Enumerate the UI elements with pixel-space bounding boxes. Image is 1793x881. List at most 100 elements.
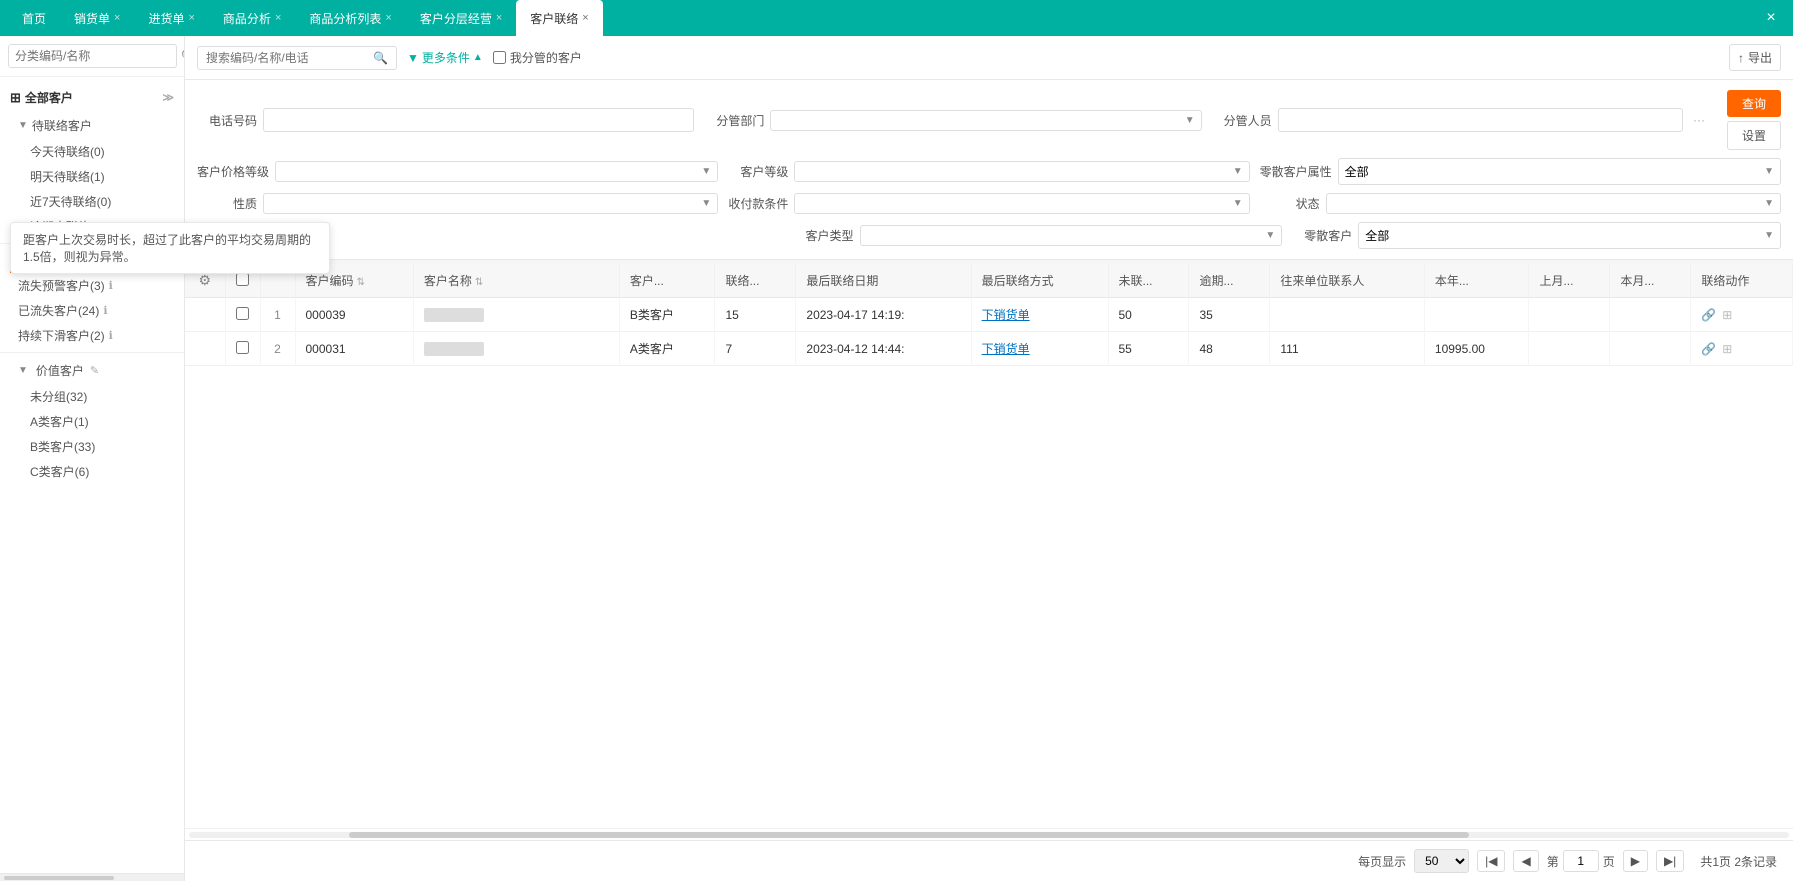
sidebar-value-group: ▼ 价值客户 ✎ 未分组(32) A类客户(1) B类客户(33) C类客户(6… <box>0 357 184 484</box>
page-size-select[interactable]: 50 20 100 <box>1414 849 1469 873</box>
set-button[interactable]: 设置 <box>1727 121 1781 150</box>
row-checkbox-1[interactable] <box>236 307 249 320</box>
filter-status-select[interactable]: ▼ <box>1326 193 1781 214</box>
cell-this-month-2 <box>1610 332 1691 366</box>
sidebar-item-class-b[interactable]: B类客户(33) <box>22 434 184 459</box>
filter-scatter-attr-select[interactable]: 全部 ▼ <box>1338 158 1781 185</box>
nav-item-analysis[interactable]: 商品分析 × <box>209 0 295 36</box>
nav-close-customer-contact[interactable]: × <box>582 12 588 24</box>
sidebar-item-7days[interactable]: 近7天待联络(0) <box>22 189 184 214</box>
sidebar-item-tomorrow[interactable]: 明天待联络(1) <box>22 164 184 189</box>
cell-checkbox-2[interactable] <box>225 332 260 366</box>
nav-item-analysis-list[interactable]: 商品分析列表 × <box>295 0 405 36</box>
sidebar-item-today[interactable]: 今天待联络(0) <box>22 139 184 164</box>
link-sales-1[interactable]: 下销货单 <box>982 308 1030 322</box>
row-checkbox-2[interactable] <box>236 341 249 354</box>
scroll-thumb[interactable] <box>349 832 1469 838</box>
filter-gender-select[interactable]: ▼ <box>263 193 718 214</box>
sidebar-item-declining[interactable]: 持续下滑客户(2) ℹ <box>10 323 184 348</box>
sidebar-content: ⊞ 全部客户 ≫ ▼ 待联络客户 今天待联络(0) 明天待联络(1) 近7天待联… <box>0 77 184 873</box>
nav-close-sales[interactable]: × <box>114 12 120 24</box>
page-last-btn[interactable]: ▶| <box>1656 850 1684 872</box>
horizontal-scrollbar[interactable] <box>185 828 1793 840</box>
cell-last-method-1[interactable]: 下销货单 <box>971 298 1108 332</box>
filter-person-input[interactable] <box>1278 108 1683 132</box>
sidebar-all-customers[interactable]: ⊞ 全部客户 ≫ <box>0 83 184 112</box>
scroll-track[interactable] <box>189 832 1789 838</box>
filter-group-price-grade: 客户价格等级 ▼ <box>197 161 718 182</box>
sidebar-item-class-a[interactable]: A类客户(1) <box>22 409 184 434</box>
filter-group-gender: 性质 ▼ <box>197 193 718 214</box>
nav-close-analysis-list[interactable]: × <box>385 12 391 24</box>
sidebar-pending-group: ▼ 待联络客户 今天待联络(0) 明天待联络(1) 近7天待联络(0) 逾期未联… <box>0 112 184 239</box>
sidebar-collapse-btn[interactable]: ≫ <box>162 91 174 104</box>
export-button[interactable]: ↑ 导出 <box>1729 44 1781 71</box>
window-close-button[interactable]: × <box>1757 4 1785 32</box>
action-grid-icon-2[interactable]: ⊞ <box>1722 342 1732 356</box>
nav-item-customer-contact[interactable]: 客户联络 × <box>516 0 602 36</box>
filter-icon: ▼ <box>407 51 419 65</box>
page-prev-btn[interactable]: ◀ <box>1513 850 1538 872</box>
nav-close-customer-layer[interactable]: × <box>496 12 502 24</box>
cell-this-month-1 <box>1610 298 1691 332</box>
cell-checkbox-1[interactable] <box>225 298 260 332</box>
cell-last-method-2[interactable]: 下销货单 <box>971 332 1108 366</box>
filter-row-4: ··· 客户类型 ▼ 零散客户 全部 ▼ <box>197 222 1781 249</box>
col-last-date: 最后联络日期 <box>796 264 971 298</box>
nav-item-purchase[interactable]: 进货单 × <box>134 0 208 36</box>
action-grid-icon-1[interactable]: ⊞ <box>1722 308 1732 322</box>
payment-arrow: ▼ <box>1233 198 1243 209</box>
my-customer-checkbox[interactable] <box>493 51 506 64</box>
filter-customer-grade-select[interactable]: ▼ <box>794 161 1249 182</box>
filter-scatter-select[interactable]: 全部 ▼ <box>1358 222 1781 249</box>
link-sales-2[interactable]: 下销货单 <box>982 342 1030 356</box>
filter-price-grade-select[interactable]: ▼ <box>275 161 718 182</box>
sidebar-item-unclassified[interactable]: 未分组(32) <box>22 384 184 409</box>
sidebar-item-churned[interactable]: 已流失客户(24) ℹ <box>10 298 184 323</box>
sidebar-pending-label[interactable]: ▼ 待联络客户 <box>10 112 184 139</box>
table-row: 1 000039 B类客户 15 2023-04-17 14:19: 下销货单 … <box>185 298 1793 332</box>
settings-gear-icon[interactable]: ⚙ <box>198 272 211 288</box>
cell-last-date-2: 2023-04-12 14:44: <box>796 332 971 366</box>
filter-group-payment: 收付款条件 ▼ <box>728 193 1249 214</box>
table-container[interactable]: ⚙ 客户编码⇅ 客户名称⇅ 客户... 联络... <box>185 264 1793 828</box>
toolbar-search-input[interactable] <box>206 51 369 65</box>
nav-close-analysis[interactable]: × <box>275 12 281 24</box>
sidebar-value-label[interactable]: ▼ 价值客户 ✎ <box>10 357 184 384</box>
sidebar-item-class-c[interactable]: C类客户(6) <box>22 459 184 484</box>
cell-contact-count-2: 7 <box>715 332 796 366</box>
chevron-up-icon: ▲ <box>473 52 483 63</box>
filter-group-dept: 分管部门 ▼ <box>704 110 1201 131</box>
toolbar-search-icon[interactable]: 🔍 <box>373 51 388 65</box>
my-customer-checkbox-area[interactable]: 我分管的客户 <box>493 49 582 66</box>
filter-group-customer-grade: 客户等级 ▼ <box>728 161 1249 182</box>
nav-item-home[interactable]: 首页 <box>8 0 60 36</box>
query-button[interactable]: 查询 <box>1727 90 1781 117</box>
page-number-input[interactable] <box>1563 850 1599 872</box>
action-link-icon-2[interactable]: 🔗 <box>1701 342 1716 356</box>
filter-payment-select[interactable]: ▼ <box>794 193 1249 214</box>
nav-item-sales[interactable]: 销货单 × <box>60 0 134 36</box>
filter-phone-input[interactable] <box>263 108 694 132</box>
more-conditions-btn[interactable]: ▼ 更多条件 ▲ <box>407 49 483 66</box>
col-name[interactable]: 客户名称⇅ <box>413 264 619 298</box>
cell-code-1: 000039 <box>295 298 413 332</box>
page-info: 第 页 <box>1547 850 1615 872</box>
action-link-icon-1[interactable]: 🔗 <box>1701 308 1716 322</box>
filter-dots-person[interactable]: ··· <box>1689 113 1709 127</box>
cell-settings-2 <box>185 332 225 366</box>
cell-rownum-2: 2 <box>260 332 295 366</box>
nav-close-purchase[interactable]: × <box>188 12 194 24</box>
sidebar-search-input[interactable] <box>8 44 177 68</box>
action-icons-1: 🔗 ⊞ <box>1701 308 1782 322</box>
cell-contact-person-1 <box>1270 298 1425 332</box>
scatter-arrow: ▼ <box>1764 230 1774 241</box>
nav-item-customer-layer[interactable]: 客户分层经营 × <box>406 0 516 36</box>
value-edit-icon[interactable]: ✎ <box>90 364 99 377</box>
sidebar-item-churn-warning[interactable]: 流失预警客户(3) ℹ <box>10 273 184 298</box>
page-next-btn[interactable]: ▶ <box>1623 850 1648 872</box>
select-all-checkbox[interactable] <box>236 273 249 286</box>
filter-dept-select[interactable]: ▼ <box>770 110 1201 131</box>
filter-customer-type-select[interactable]: ▼ <box>860 225 1283 246</box>
page-first-btn[interactable]: |◀ <box>1477 850 1505 872</box>
